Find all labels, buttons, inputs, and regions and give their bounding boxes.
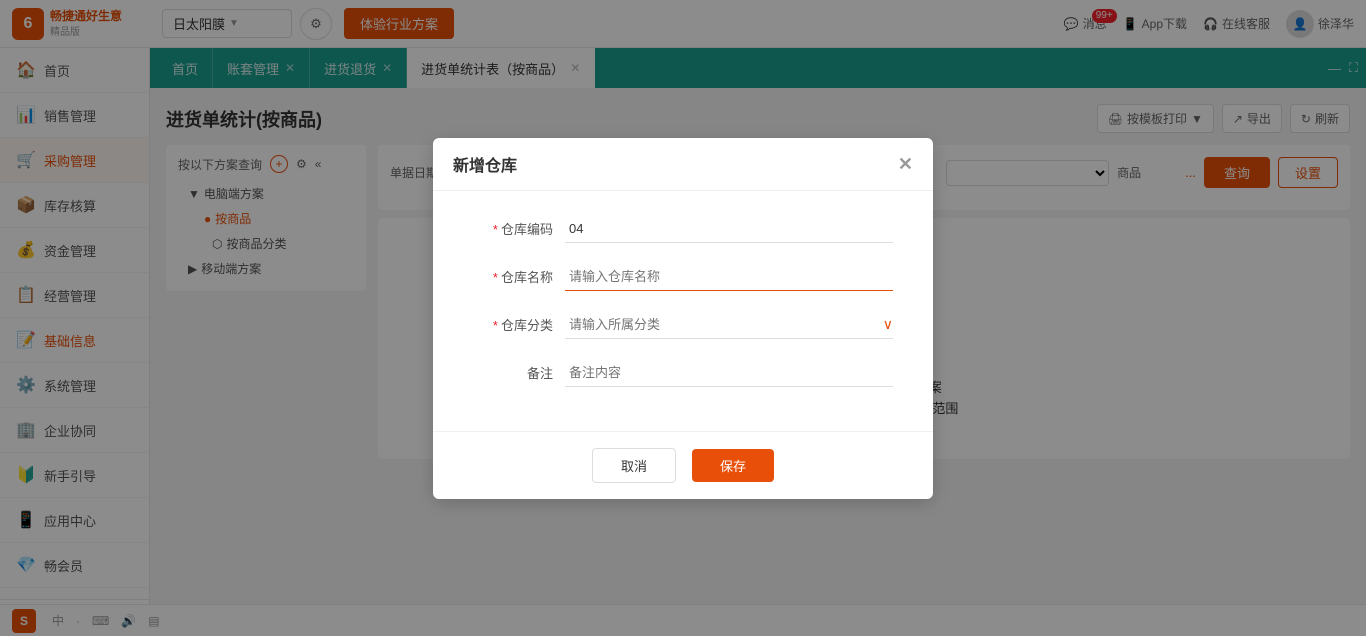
- form-row-type: 仓库分类 ∨: [473, 311, 893, 339]
- save-button[interactable]: 保存: [692, 449, 774, 482]
- warehouse-code-label: 仓库编码: [473, 219, 553, 238]
- form-row-code: 仓库编码: [473, 215, 893, 243]
- form-row-name: 仓库名称: [473, 263, 893, 291]
- modal-overlay[interactable]: 新增仓库 ✕ 仓库编码 仓库名称 仓库分类 ∨: [0, 0, 1366, 636]
- cancel-button[interactable]: 取消: [592, 448, 676, 483]
- remark-label: 备注: [473, 363, 553, 382]
- warehouse-type-select-wrap: ∨: [565, 311, 893, 339]
- warehouse-code-input[interactable]: [565, 215, 893, 243]
- modal-header: 新增仓库 ✕: [433, 138, 933, 191]
- warehouse-modal: 新增仓库 ✕ 仓库编码 仓库名称 仓库分类 ∨: [433, 138, 933, 499]
- warehouse-name-input[interactable]: [565, 263, 893, 291]
- form-row-remark: 备注: [473, 359, 893, 387]
- modal-footer: 取消 保存: [433, 431, 933, 499]
- modal-body: 仓库编码 仓库名称 仓库分类 ∨ 备注: [433, 191, 933, 431]
- warehouse-type-input[interactable]: [565, 311, 883, 338]
- modal-close-icon[interactable]: ✕: [898, 155, 913, 173]
- remark-input[interactable]: [565, 359, 893, 387]
- warehouse-name-label: 仓库名称: [473, 267, 553, 286]
- modal-title: 新增仓库: [453, 152, 517, 176]
- type-dropdown-arrow-icon[interactable]: ∨: [883, 316, 893, 333]
- warehouse-type-label: 仓库分类: [473, 315, 553, 334]
